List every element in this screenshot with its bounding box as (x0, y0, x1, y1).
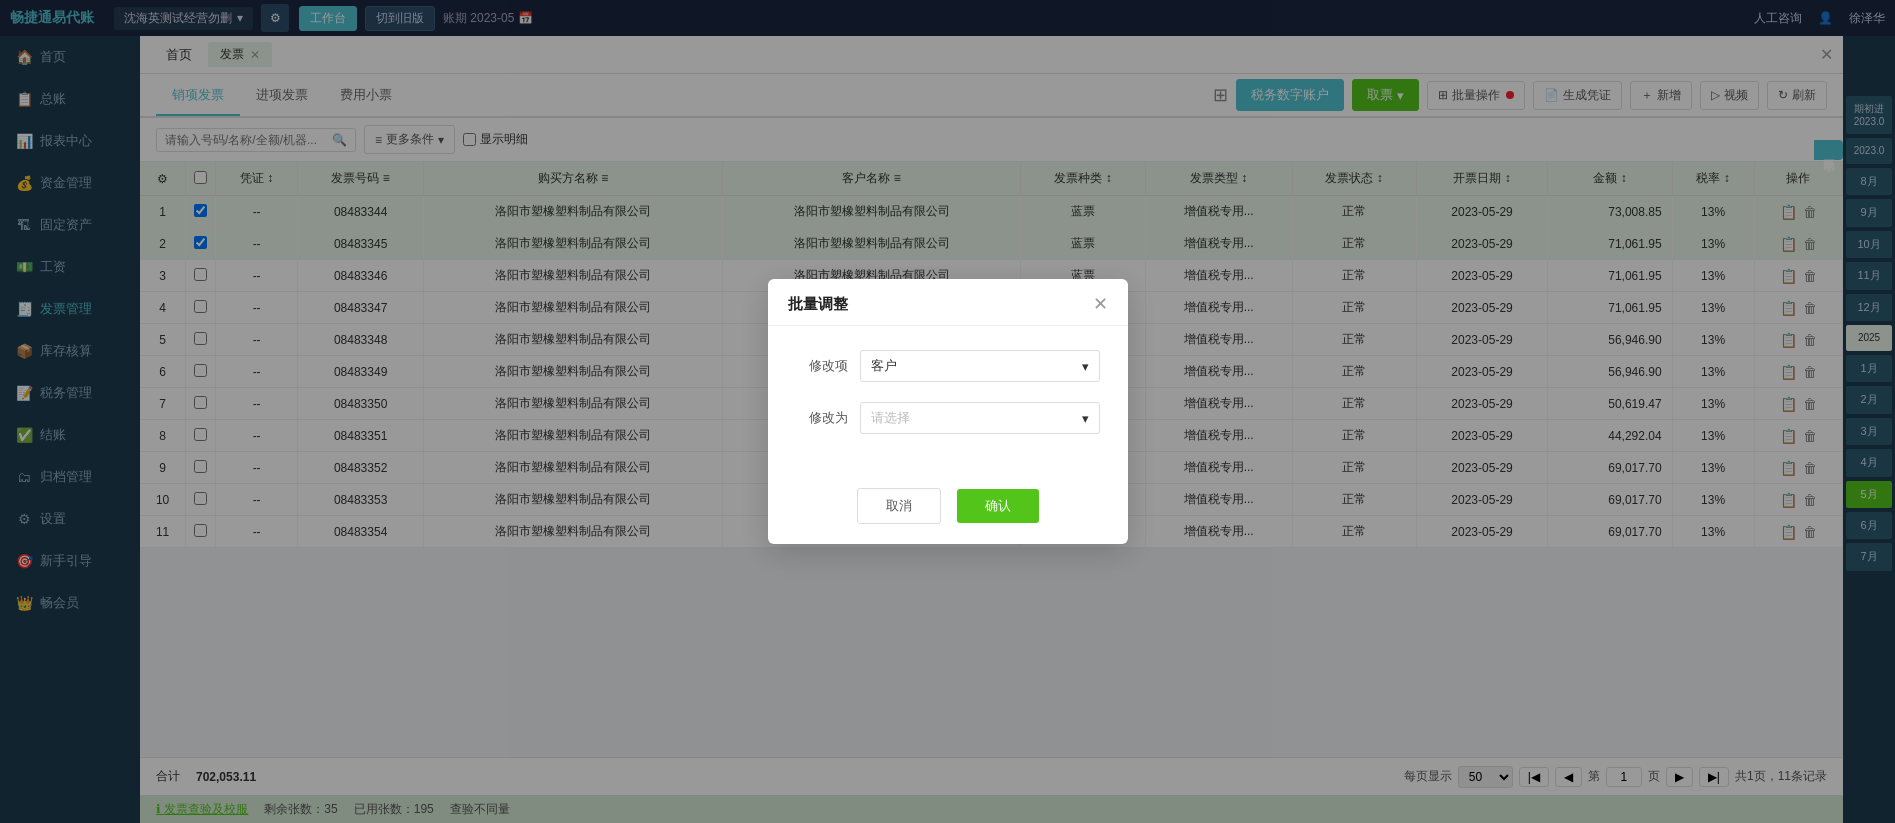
value-dropdown-icon: ▾ (1082, 411, 1089, 426)
modal-confirm-btn[interactable]: 确认 (957, 489, 1039, 523)
field-label: 修改项 (796, 357, 848, 375)
modal-header: 批量调整 ✕ (768, 279, 1128, 326)
value-placeholder: 请选择 (871, 409, 910, 427)
field-select[interactable]: 客户 ▾ (860, 350, 1100, 382)
modal-title: 批量调整 (788, 295, 848, 314)
value-select[interactable]: 请选择 ▾ (860, 402, 1100, 434)
modal-close-btn[interactable]: ✕ (1093, 293, 1108, 315)
modal-value-row: 修改为 请选择 ▾ (796, 402, 1100, 434)
batch-adjust-modal: 批量调整 ✕ 修改项 客户 ▾ 修改为 请选择 ▾ 取消 确认 (768, 279, 1128, 544)
modal-overlay: 批量调整 ✕ 修改项 客户 ▾ 修改为 请选择 ▾ 取消 确认 (0, 0, 1895, 823)
field-dropdown-icon: ▾ (1082, 359, 1089, 374)
value-label: 修改为 (796, 409, 848, 427)
modal-field-row: 修改项 客户 ▾ (796, 350, 1100, 382)
field-value: 客户 (871, 357, 897, 375)
modal-footer: 取消 确认 (768, 478, 1128, 544)
modal-body: 修改项 客户 ▾ 修改为 请选择 ▾ (768, 326, 1128, 478)
modal-cancel-btn[interactable]: 取消 (857, 488, 941, 524)
